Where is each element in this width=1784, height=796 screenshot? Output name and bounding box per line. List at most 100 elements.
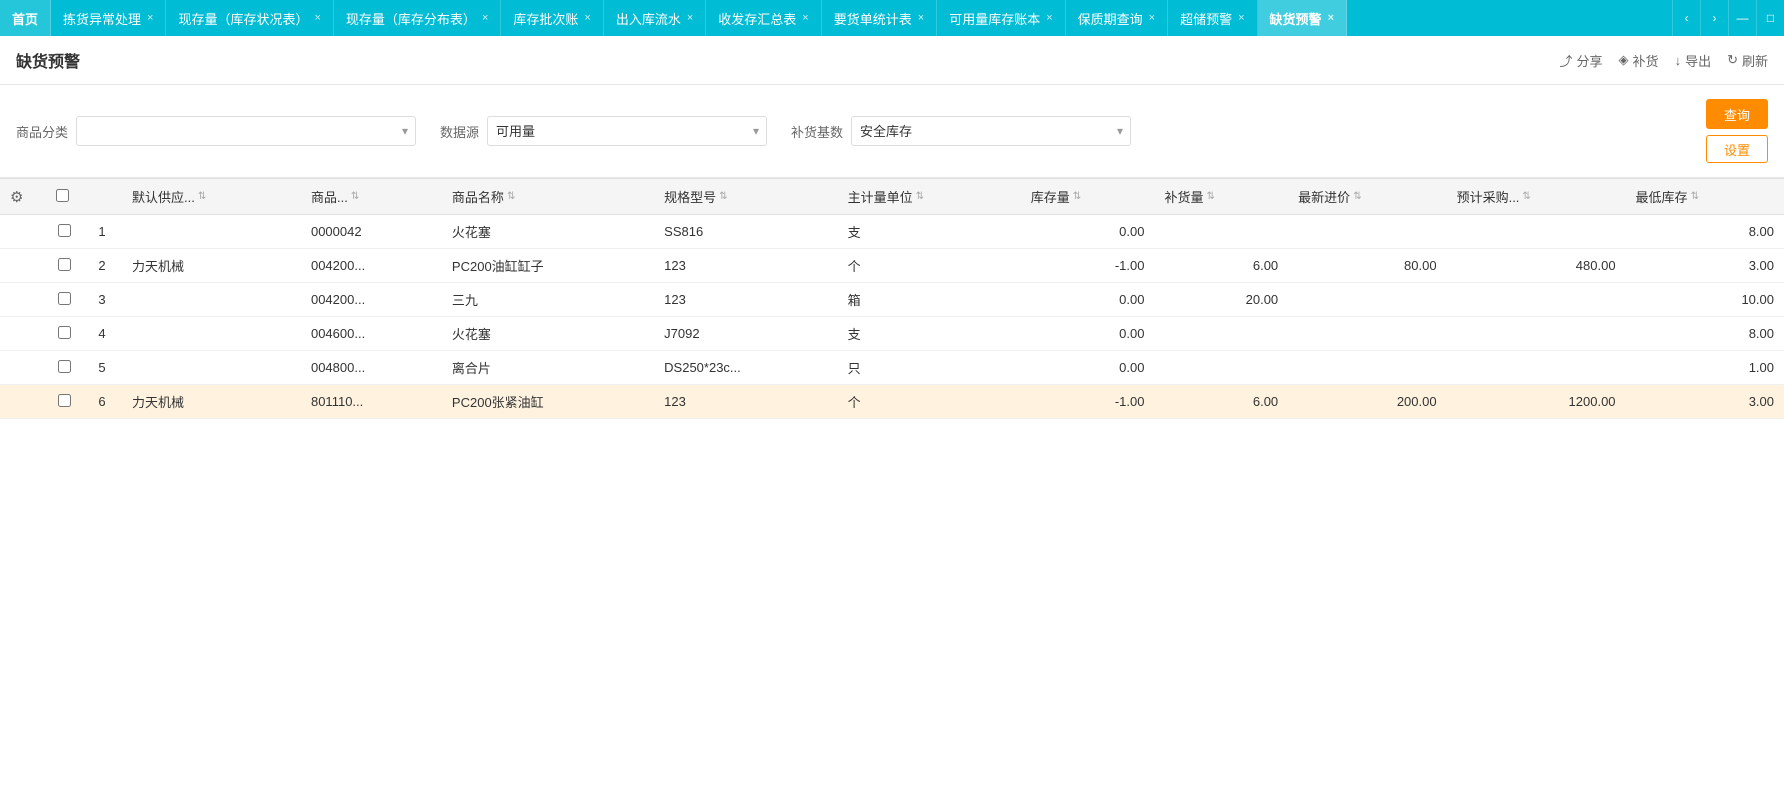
nav-maximize[interactable]: □ xyxy=(1756,0,1784,36)
nav-tab-close-batch[interactable]: × xyxy=(584,12,590,24)
sort-stock-icon[interactable]: ⇅ xyxy=(1073,191,1081,202)
nav-arrow-right[interactable]: › xyxy=(1700,0,1728,36)
nav-tab-stockout[interactable]: 缺货预警× xyxy=(1258,0,1347,36)
nav-tab-close-expiry[interactable]: × xyxy=(1149,12,1155,24)
sort-unit-icon[interactable]: ⇅ xyxy=(916,191,924,202)
th-code: 商品... ⇅ xyxy=(301,179,442,215)
row-name-1: 火花塞 xyxy=(442,215,654,249)
row-index-5: 5 xyxy=(82,351,122,385)
row-checkbox-input-3[interactable] xyxy=(58,292,71,305)
replenish-base-filter-group: 补货基数 安全库存 xyxy=(791,116,1131,146)
nav-arrow-left[interactable]: ‹ xyxy=(1672,0,1700,36)
row-stock-2: -1.00 xyxy=(1021,249,1155,283)
replenish-icon: ◈ xyxy=(1619,52,1629,68)
row-spec-4: J7092 xyxy=(654,317,837,351)
settings-button[interactable]: 设置 xyxy=(1706,135,1768,163)
row-spec-5: DS250*23c... xyxy=(654,351,837,385)
query-button[interactable]: 查询 xyxy=(1706,99,1768,129)
category-select[interactable] xyxy=(76,116,416,146)
sort-code-icon[interactable]: ⇅ xyxy=(351,191,359,202)
sort-min-stock-icon[interactable]: ⇅ xyxy=(1691,191,1699,202)
replenish-base-label: 补货基数 xyxy=(791,122,843,141)
nav-tab-home[interactable]: 首页 xyxy=(0,0,51,36)
row-est-purchase-3 xyxy=(1447,283,1626,317)
row-spec-2: 123 xyxy=(654,249,837,283)
select-all-checkbox[interactable] xyxy=(56,189,69,202)
nav-tab-close-order-stats[interactable]: × xyxy=(918,12,924,24)
row-min-stock-5: 1.00 xyxy=(1626,351,1784,385)
nav-tab-close-available[interactable]: × xyxy=(1046,12,1052,24)
th-settings[interactable]: ⚙ xyxy=(0,179,46,215)
row-checkbox-6 xyxy=(46,385,82,419)
nav-tab-inventory-dist[interactable]: 现存量（库存分布表） × xyxy=(334,0,501,36)
row-latest-price-1 xyxy=(1288,215,1446,249)
nav-arrows: ‹ › — □ xyxy=(1672,0,1784,36)
row-checkbox-input-6[interactable] xyxy=(58,394,71,407)
row-code-2: 004200... xyxy=(301,249,442,283)
row-name-6: PC200张紧油缸 xyxy=(442,385,654,419)
datasource-select-wrapper: 可用量 xyxy=(487,116,767,146)
row-supplier-6: 力天机械 xyxy=(122,385,301,419)
nav-tab-close-inventory-dist[interactable]: × xyxy=(482,12,488,24)
row-checkbox-input-5[interactable] xyxy=(58,360,71,373)
nav-tab-collect[interactable]: 收发存汇总表× xyxy=(706,0,821,36)
replenish-base-select[interactable]: 安全库存 xyxy=(851,116,1131,146)
category-label: 商品分类 xyxy=(16,122,68,141)
nav-tab-order-stats[interactable]: 要货单统计表× xyxy=(822,0,937,36)
nav-tab-available[interactable]: 可用量库存账本× xyxy=(937,0,1065,36)
nav-tab-abnormal[interactable]: 拣货异常处理 × xyxy=(51,0,166,36)
nav-tab-overstock[interactable]: 超储预警× xyxy=(1168,0,1257,36)
datasource-select[interactable]: 可用量 xyxy=(487,116,767,146)
nav-minimize[interactable]: — xyxy=(1728,0,1756,36)
sort-replenish-icon[interactable]: ⇅ xyxy=(1206,191,1214,202)
row-name-5: 离合片 xyxy=(442,351,654,385)
nav-tab-close-collect[interactable]: × xyxy=(802,12,808,24)
row-name-4: 火花塞 xyxy=(442,317,654,351)
nav-tab-close-overstock[interactable]: × xyxy=(1238,12,1244,24)
nav-tab-inventory-status[interactable]: 现存量（库存状况表）× xyxy=(166,0,333,36)
share-button[interactable]: ⤴ 分享 xyxy=(1560,51,1603,70)
row-min-stock-2: 3.00 xyxy=(1626,249,1784,283)
row-est-purchase-5 xyxy=(1447,351,1626,385)
row-checkbox-input-4[interactable] xyxy=(58,326,71,339)
gear-icon[interactable]: ⚙ xyxy=(10,189,23,206)
nav-tab-inout-flow[interactable]: 出入库流水× xyxy=(604,0,706,36)
nav-tab-batch[interactable]: 库存批次账 × xyxy=(501,0,603,36)
row-stock-6: -1.00 xyxy=(1021,385,1155,419)
sort-price-icon[interactable]: ⇅ xyxy=(1353,191,1361,202)
nav-tab-close-abnormal[interactable]: × xyxy=(147,12,153,24)
row-spec-3: 123 xyxy=(654,283,837,317)
datasource-label: 数据源 xyxy=(440,122,479,141)
nav-tab-close-inventory-status[interactable]: × xyxy=(314,12,320,24)
row-checkbox-input-1[interactable] xyxy=(58,224,71,237)
row-index-6: 6 xyxy=(82,385,122,419)
nav-tab-close-stockout[interactable]: × xyxy=(1328,12,1334,24)
sort-name-icon[interactable]: ⇅ xyxy=(507,191,515,202)
row-checkbox-5 xyxy=(46,351,82,385)
row-index-1: 1 xyxy=(82,215,122,249)
row-min-stock-4: 8.00 xyxy=(1626,317,1784,351)
row-replenish-5 xyxy=(1154,351,1288,385)
export-button[interactable]: ↓ 导出 xyxy=(1675,51,1712,70)
th-latest-price: 最新进价 ⇅ xyxy=(1288,179,1446,215)
nav-tab-expiry[interactable]: 保质期查询× xyxy=(1066,0,1168,36)
filter-actions: 查询 设置 xyxy=(1706,99,1768,163)
nav-tab-label-abnormal: 拣货异常处理 xyxy=(63,9,141,28)
table-row: 6 力天机械 801110... PC200张紧油缸 123 个 -1.00 6… xyxy=(0,385,1784,419)
nav-tab-label-batch: 库存批次账 xyxy=(513,9,578,28)
row-checkbox-input-2[interactable] xyxy=(58,258,71,271)
refresh-button[interactable]: ↻ 刷新 xyxy=(1727,51,1768,70)
replenish-button[interactable]: ◈ 补货 xyxy=(1619,51,1659,70)
row-latest-price-6: 200.00 xyxy=(1288,385,1446,419)
row-index-2: 2 xyxy=(82,249,122,283)
page-header: 缺货预警 ⤴ 分享 ◈ 补货 ↓ 导出 ↻ 刷新 xyxy=(0,36,1784,85)
nav-tab-label-inventory-dist: 现存量（库存分布表） xyxy=(346,9,476,28)
row-name-3: 三九 xyxy=(442,283,654,317)
row-replenish-4 xyxy=(1154,317,1288,351)
sort-supplier-icon[interactable]: ⇅ xyxy=(198,191,206,202)
sort-est-purchase-icon[interactable]: ⇅ xyxy=(1522,191,1530,202)
row-index-4: 4 xyxy=(82,317,122,351)
replenish-base-select-wrapper: 安全库存 xyxy=(851,116,1131,146)
sort-spec-icon[interactable]: ⇅ xyxy=(719,191,727,202)
nav-tab-close-inout-flow[interactable]: × xyxy=(687,12,693,24)
